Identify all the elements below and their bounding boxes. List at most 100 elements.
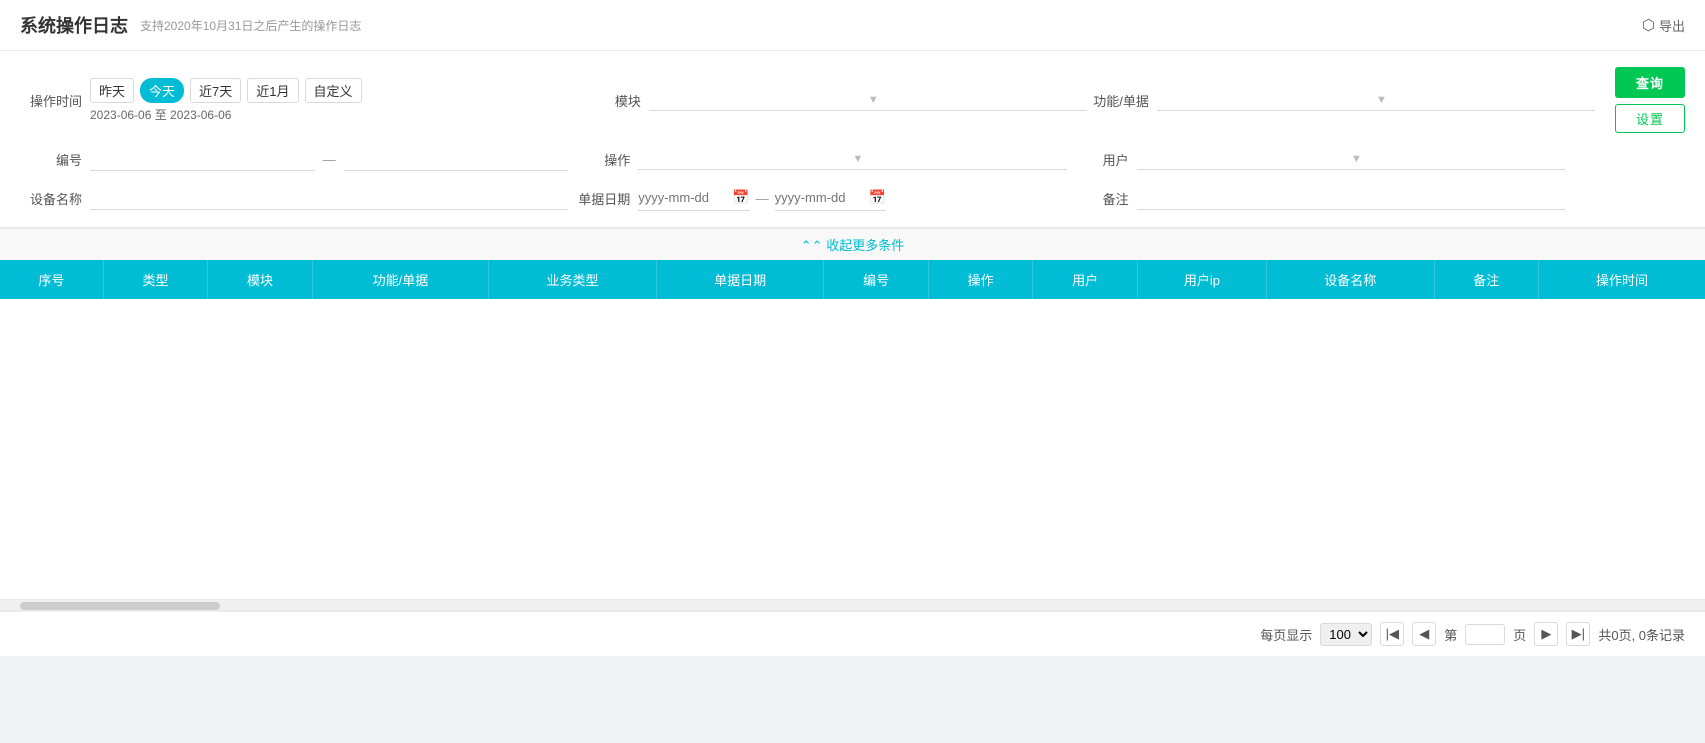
page-title: 系统操作日志: [20, 12, 128, 38]
last-page-button[interactable]: ▶|: [1566, 622, 1590, 646]
col-device: 设备名称: [1266, 260, 1434, 299]
calendar-to-icon[interactable]: 📅: [869, 189, 886, 206]
function-label: 功能/单据: [1087, 91, 1157, 110]
settings-button[interactable]: 设置: [1615, 104, 1685, 133]
table-container: 序号 类型 模块 功能/单据 业务类型 单据日期 编号 操作 用户 用户ip 设…: [0, 260, 1705, 599]
page-number-input[interactable]: 1: [1465, 624, 1505, 645]
col-type: 类型: [103, 260, 207, 299]
date-separator: —: [756, 191, 769, 206]
voucher-date-label: 单据日期: [568, 189, 638, 208]
col-module: 模块: [208, 260, 312, 299]
filter-panel: 操作时间 昨天 今天 近7天 近1月 自定义 2023-06-06 至 2023…: [0, 51, 1705, 228]
serial-filter-col: 编号 —: [20, 147, 568, 171]
date-from-input[interactable]: [638, 190, 728, 205]
first-page-button[interactable]: |◀: [1380, 622, 1404, 646]
voucher-date-wrap: 📅 — 📅: [638, 185, 1066, 211]
date-from-wrap: 📅: [638, 185, 749, 211]
next-page-icon: ▶: [1541, 626, 1551, 642]
serial-input-from[interactable]: [90, 147, 315, 171]
col-function: 功能/单据: [312, 260, 488, 299]
time-buttons: 昨天 今天 近7天 近1月 自定义: [90, 78, 579, 103]
prev-page-button[interactable]: ◀: [1412, 622, 1436, 646]
col-op-time: 操作时间: [1539, 260, 1705, 299]
pagination-bar: 每页显示 100 10 20 50 200 ▼ |◀ ◀ 第 1 页 ▶ ▶| …: [0, 611, 1705, 656]
user-label: 用户: [1067, 150, 1137, 169]
serial-label: 编号: [20, 150, 90, 169]
device-input-wrap: [90, 186, 568, 210]
collapse-label: 收起更多条件: [826, 238, 904, 253]
time-btn-7days[interactable]: 近7天: [190, 78, 241, 103]
device-label: 设备名称: [20, 189, 90, 208]
filter-row-1: 操作时间 昨天 今天 近7天 近1月 自定义 2023-06-06 至 2023…: [20, 67, 1685, 133]
user-arrow-icon: ▼: [1351, 153, 1565, 165]
time-btn-1month[interactable]: 近1月: [247, 78, 298, 103]
header-row: 序号 类型 模块 功能/单据 业务类型 单据日期 编号 操作 用户 用户ip 设…: [0, 260, 1705, 299]
time-btn-custom[interactable]: 自定义: [305, 78, 362, 103]
function-filter-col: 功能/单据 ▼: [1087, 90, 1595, 111]
date-range-display: 2023-06-06 至 2023-06-06: [90, 106, 579, 123]
time-filter-col: 操作时间 昨天 今天 近7天 近1月 自定义 2023-06-06 至 2023…: [20, 78, 579, 123]
export-button[interactable]: ⬡ 导出: [1642, 16, 1685, 35]
device-input[interactable]: [90, 186, 568, 210]
date-to-input[interactable]: [775, 190, 865, 205]
page-header: 系统操作日志 支持2020年10月31日之后产生的操作日志 ⬡ 导出: [0, 0, 1705, 51]
data-table: 序号 类型 模块 功能/单据 业务类型 单据日期 编号 操作 用户 用户ip 设…: [0, 260, 1705, 299]
module-select[interactable]: ▼: [649, 90, 1087, 111]
first-page-icon: |◀: [1386, 626, 1399, 642]
per-page-label: 每页显示: [1260, 625, 1312, 644]
total-info: 共0页, 0条记录: [1598, 625, 1685, 644]
user-select-wrap: ▼: [1137, 149, 1565, 170]
device-filter-col: 设备名称: [20, 186, 568, 210]
empty-area: [0, 299, 1705, 599]
time-label: 操作时间: [20, 91, 90, 110]
query-button[interactable]: 查询: [1615, 67, 1685, 98]
col-biz-type: 业务类型: [489, 260, 657, 299]
title-area: 系统操作日志 支持2020年10月31日之后产生的操作日志: [20, 12, 361, 38]
action-buttons: 查询 设置: [1615, 67, 1685, 133]
col-user: 用户: [1033, 260, 1137, 299]
filter-row-2: 编号 — 操作 ▼: [20, 147, 1685, 171]
operation-select-wrap: ▼: [638, 149, 1066, 170]
next-page-button[interactable]: ▶: [1534, 622, 1558, 646]
col-remark: 备注: [1434, 260, 1538, 299]
time-btn-today[interactable]: 今天: [140, 78, 184, 103]
export-label: 导出: [1659, 16, 1685, 35]
operation-arrow-icon: ▼: [852, 153, 1066, 165]
col-user-ip: 用户ip: [1137, 260, 1266, 299]
col-index: 序号: [0, 260, 103, 299]
page-subtitle: 支持2020年10月31日之后产生的操作日志: [140, 17, 361, 34]
module-filter-col: 模块 ▼: [579, 90, 1087, 111]
export-icon: ⬡: [1642, 16, 1655, 34]
function-select[interactable]: ▼: [1157, 90, 1595, 111]
function-select-wrap: ▼: [1157, 90, 1595, 111]
page-label: 第: [1444, 625, 1457, 644]
function-arrow-icon: ▼: [1376, 94, 1595, 106]
scrollbar-thumb[interactable]: [20, 602, 220, 610]
date-to-wrap: 📅: [775, 185, 886, 211]
last-page-icon: ▶|: [1572, 626, 1585, 642]
collapse-bar[interactable]: ⌃⌃ 收起更多条件: [0, 228, 1705, 260]
module-arrow-icon: ▼: [868, 94, 1087, 106]
user-filter-col: 用户 ▼: [1067, 149, 1565, 170]
module-select-wrap: ▼: [649, 90, 1087, 111]
voucher-date-filter-col: 单据日期 📅 — 📅: [568, 185, 1066, 211]
operation-select[interactable]: ▼: [638, 149, 1066, 170]
col-voucher-date: 单据日期: [656, 260, 824, 299]
time-btn-yesterday[interactable]: 昨天: [90, 78, 134, 103]
remark-input[interactable]: [1137, 186, 1565, 210]
page-size-select[interactable]: 100 10 20 50 200: [1320, 623, 1372, 646]
serial-input-wrap: —: [90, 147, 568, 171]
remark-label: 备注: [1067, 189, 1137, 208]
serial-input-to[interactable]: [344, 147, 569, 171]
calendar-from-icon[interactable]: 📅: [732, 189, 749, 206]
date-range-control: 📅 — 📅: [638, 185, 1066, 211]
prev-page-icon: ◀: [1419, 626, 1429, 642]
user-select[interactable]: ▼: [1137, 149, 1565, 170]
page-suffix: 页: [1513, 625, 1526, 644]
filter-row-3: 设备名称 单据日期 📅 —: [20, 185, 1685, 211]
remark-filter-col: 备注: [1067, 186, 1565, 210]
operation-label: 操作: [568, 150, 638, 169]
remark-input-wrap: [1137, 186, 1565, 210]
col-serial: 编号: [824, 260, 928, 299]
horizontal-scrollbar[interactable]: [0, 599, 1705, 611]
